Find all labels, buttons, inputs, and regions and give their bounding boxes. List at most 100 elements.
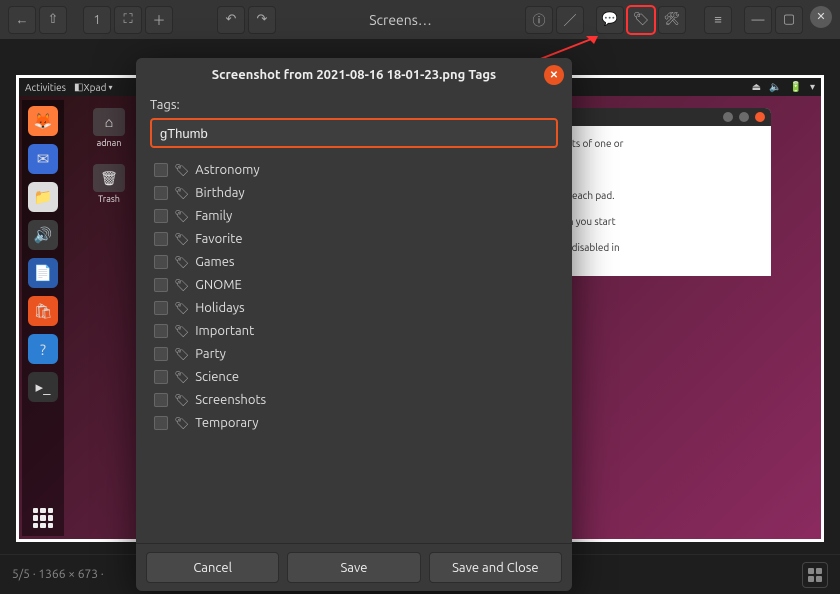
menu-button[interactable]: ≡	[704, 6, 732, 34]
dropdown-icon: ▾	[108, 83, 112, 92]
tag-icon: 🏷	[174, 186, 189, 200]
tag-checkbox[interactable]	[154, 232, 168, 246]
tag-checkbox[interactable]	[154, 370, 168, 384]
tag-item[interactable]: 🏷 Party	[150, 342, 558, 365]
tag-icon: 🏷	[174, 301, 189, 315]
tag-name: Important	[195, 324, 254, 338]
tools-button[interactable]: 🛠	[658, 6, 686, 34]
tag-input[interactable]	[150, 118, 558, 148]
battery-icon: 🔋	[790, 81, 802, 93]
network-icon: ⏏	[752, 81, 761, 93]
tag-item[interactable]: 🏷 Holidays	[150, 296, 558, 319]
tag-icon: 🏷	[174, 163, 189, 177]
desktop-trash: 🗑 Trash	[85, 164, 133, 204]
dock-software: 🛍	[28, 296, 58, 326]
tag-icon: 🏷	[174, 347, 189, 361]
tag-button[interactable]: 🏷	[627, 6, 655, 34]
tag-item[interactable]: 🏷 Games	[150, 250, 558, 273]
tag-icon: 🏷	[174, 255, 189, 269]
tag-checkbox[interactable]	[154, 301, 168, 315]
dock-terminal: ▸_	[28, 372, 58, 402]
tag-icon: 🏷	[174, 393, 189, 407]
tag-item[interactable]: 🏷 Science	[150, 365, 558, 388]
save-button[interactable]: Save	[287, 552, 420, 583]
dock-firefox: 🦊	[28, 106, 58, 136]
dialog-close-button[interactable]: ✕	[544, 65, 564, 85]
tag-name: Science	[195, 370, 239, 384]
window-maximize[interactable]: ▢	[775, 6, 803, 34]
save-close-button[interactable]: Save and Close	[429, 552, 562, 583]
tag-item[interactable]: 🏷 Astronomy	[150, 158, 558, 181]
xpad-max-icon	[739, 112, 749, 122]
tag-item[interactable]: 🏷 Screenshots	[150, 388, 558, 411]
dock-rhythmbox: 🔊	[28, 220, 58, 250]
tag-name: Family	[195, 209, 232, 223]
tag-item[interactable]: 🏷 Birthday	[150, 181, 558, 204]
tag-name: Astronomy	[195, 163, 259, 177]
activities-label: Activities	[25, 82, 66, 93]
app-toolbar: ← ⇧ 1 ⛶ ＋ ↶ ↷ Screens… ⓘ ／ 💬 🏷 🛠 ≡ — ▢ ✕	[0, 0, 840, 40]
up-button[interactable]: ⇧	[39, 6, 67, 34]
tag-item[interactable]: 🏷 Temporary	[150, 411, 558, 434]
tag-checkbox[interactable]	[154, 393, 168, 407]
dock-libreoffice: 📄	[28, 258, 58, 288]
status-text: 5/5 · 1366 × 673 ·	[12, 568, 104, 581]
dock-apps-grid	[31, 506, 55, 530]
tag-list: 🏷 Astronomy 🏷 Birthday 🏷 Family 🏷 Favorite 🏷 Game…	[150, 158, 558, 537]
desktop-folder-adnan: ⌂ adnan	[85, 108, 133, 148]
tag-icon: 🏷	[174, 416, 189, 430]
back-button[interactable]: ←	[8, 6, 36, 34]
tag-checkbox[interactable]	[154, 416, 168, 430]
undo-button[interactable]: ↶	[217, 6, 245, 34]
tag-icon: 🏷	[174, 370, 189, 384]
tag-checkbox[interactable]	[154, 324, 168, 338]
tag-checkbox[interactable]	[154, 186, 168, 200]
cancel-button[interactable]: Cancel	[146, 552, 279, 583]
tag-item[interactable]: 🏷 Important	[150, 319, 558, 342]
tag-name: Temporary	[195, 416, 258, 430]
window-minimize[interactable]: —	[744, 6, 772, 34]
tags-label: Tags:	[150, 98, 558, 112]
xpad-indicator: ◧	[74, 81, 83, 93]
tag-item[interactable]: 🏷GNOME	[150, 273, 558, 296]
dialog-title: Screenshot from 2021-08-16 18-01-23.png …	[212, 68, 496, 82]
tag-checkbox[interactable]	[154, 278, 168, 292]
dock-thunderbird: ✉	[28, 144, 58, 174]
tag-checkbox[interactable]	[154, 163, 168, 177]
tag-name: GNOME	[195, 278, 242, 292]
zoom-button[interactable]: ＋	[145, 6, 173, 34]
tag-name: Holidays	[195, 301, 244, 315]
dock-help: ?	[28, 334, 58, 364]
window-close[interactable]: ✕	[810, 6, 832, 28]
tag-icon: 🏷	[174, 232, 189, 246]
tag-name: Birthday	[195, 186, 244, 200]
edit-button[interactable]: ／	[556, 6, 584, 34]
xpad-close-icon	[755, 112, 765, 122]
trash-icon: 🗑	[93, 164, 125, 192]
tag-icon: 🏷	[174, 324, 189, 338]
gallery-view-button[interactable]	[802, 562, 828, 588]
xpad-min-icon	[723, 112, 733, 122]
tag-name: Screenshots	[195, 393, 266, 407]
tag-name: Party	[195, 347, 226, 361]
redo-button[interactable]: ↷	[248, 6, 276, 34]
tag-checkbox[interactable]	[154, 347, 168, 361]
adnan-label: adnan	[85, 138, 133, 148]
xpad-label: Xpad	[83, 82, 106, 93]
tag-checkbox[interactable]	[154, 209, 168, 223]
tag-name: Favorite	[195, 232, 242, 246]
tag-item[interactable]: 🏷 Family	[150, 204, 558, 227]
tag-name: Games	[195, 255, 234, 269]
one-to-one-button[interactable]: 1	[83, 6, 111, 34]
info-button[interactable]: ⓘ	[525, 6, 553, 34]
tag-icon: 🏷	[174, 209, 189, 223]
tag-checkbox[interactable]	[154, 255, 168, 269]
dock-files: 📁	[28, 182, 58, 212]
ubuntu-dock: 🦊 ✉ 📁 🔊 📄 🛍 ? ▸_	[22, 100, 64, 536]
tag-item[interactable]: 🏷 Favorite	[150, 227, 558, 250]
home-icon: ⌂	[93, 108, 125, 136]
tags-dialog: Screenshot from 2021-08-16 18-01-23.png …	[136, 58, 572, 591]
comment-button[interactable]: 💬	[596, 6, 624, 34]
trash-label: Trash	[85, 194, 133, 204]
fit-button[interactable]: ⛶	[114, 6, 142, 34]
